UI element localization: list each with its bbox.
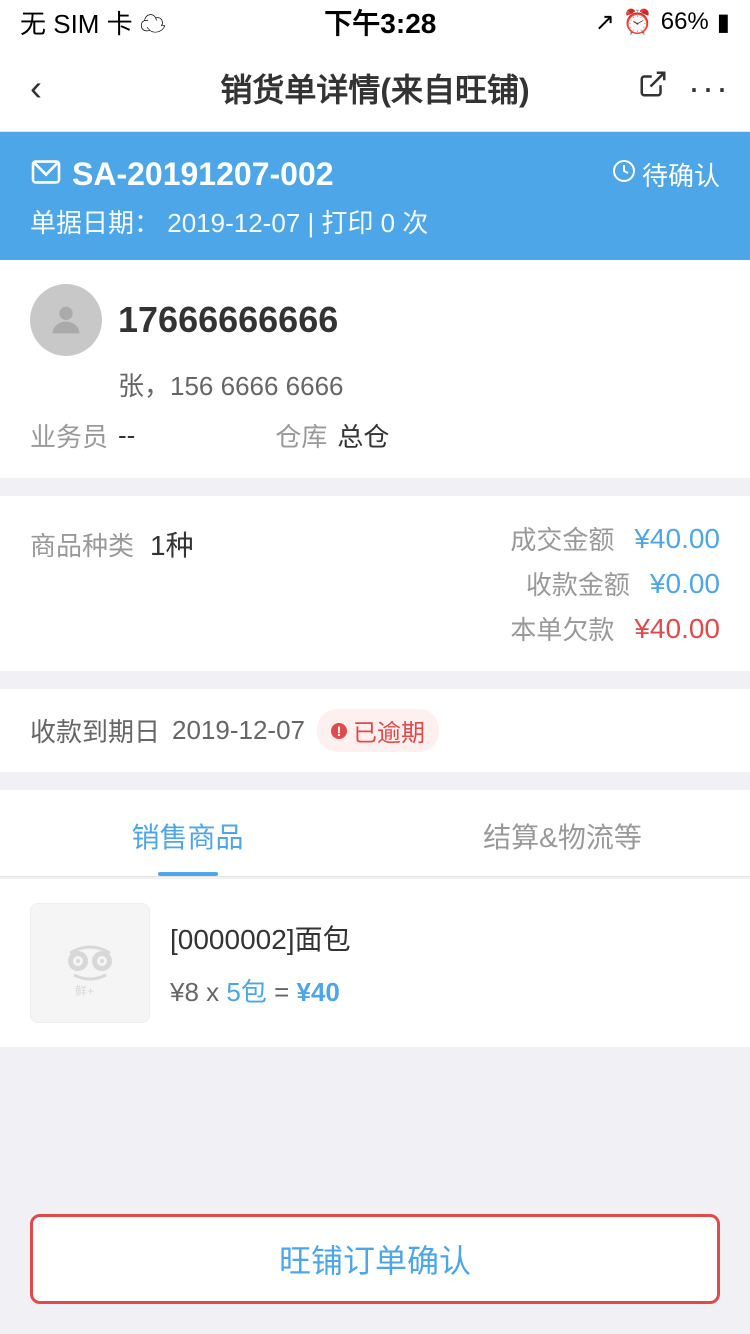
tabs-section: 销售商品 结算&物流等 [0, 790, 750, 877]
avatar [30, 284, 102, 356]
share-icon[interactable] [638, 69, 668, 107]
clock-icon [612, 159, 636, 190]
order-date: 单据日期： 2019-12-07 | 打印 0 次 [30, 203, 720, 240]
amount-value: ¥40.00 [634, 523, 720, 555]
order-id-row: SA-20191207-002 [30, 156, 334, 193]
svg-text:鲜+: 鲜+ [75, 984, 94, 998]
overdue-icon: ! [331, 723, 347, 739]
summary-section: 商品种类 1种 成交金额 ¥40.00 收款金额 ¥0.00 本单欠款 ¥40.… [0, 496, 750, 671]
product-info: [0000002]面包 ¥8 x 5包 = ¥40 [170, 918, 720, 1009]
separator-1 [0, 480, 750, 496]
due-label: 收款到期日 [30, 712, 160, 749]
amount-summary: 成交金额 ¥40.00 收款金额 ¥0.00 本单欠款 ¥40.00 [510, 520, 720, 647]
due-section: 收款到期日 2019-12-07 ! 已逾期 [0, 689, 750, 772]
amount-label: 成交金额 [510, 520, 614, 557]
received-label: 收款金额 [526, 565, 630, 602]
separator-2 [0, 673, 750, 689]
product-price-row: ¥8 x 5包 = ¥40 [170, 972, 720, 1009]
order-header: SA-20191207-002 待确认 单据日期： 2019-12-07 | 打… [0, 132, 750, 260]
page-title: 销货单详情(来自旺铺) [220, 65, 529, 111]
customer-section: 17666666666 张，156 6666 6666 业务员 -- 仓库 总仓 [0, 260, 750, 478]
back-button[interactable]: ‹ [20, 57, 52, 119]
nav-bar: ‹ 销货单详情(来自旺铺) ··· [0, 44, 750, 132]
tab-sales-products[interactable]: 销售商品 [0, 790, 375, 876]
bottom-bar: 旺铺订单确认 [0, 1194, 750, 1334]
warehouse-value: 总仓 [337, 417, 389, 454]
sim-status: 无 SIM 卡 ☁ [20, 4, 166, 41]
warehouse-label: 仓库 [275, 417, 327, 454]
product-type-label: 商品种类 [30, 526, 134, 563]
product-total: ¥40 [297, 977, 340, 1007]
product-unit-price: ¥8 [170, 977, 199, 1007]
status-right: ↗ ⏰ 66% ▮ [595, 8, 730, 37]
tabs-row: 销售商品 结算&物流等 [0, 790, 750, 877]
sales-value: -- [118, 420, 135, 451]
product-item: 鲜+ [0000002]面包 ¥8 x 5包 = ¥40 [0, 879, 750, 1047]
product-type-count: 1种 [150, 524, 194, 564]
status-left: 无 SIM 卡 ☁ [20, 4, 166, 41]
customer-phone: 17666666666 [118, 299, 338, 341]
battery-status: 66% [661, 8, 709, 36]
customer-meta: 业务员 -- 仓库 总仓 [30, 417, 720, 454]
multiply-sign: x [206, 977, 226, 1007]
debt-value: ¥40.00 [634, 613, 720, 645]
overdue-badge: ! 已逾期 [317, 709, 439, 752]
customer-name: 张，156 6666 6666 [118, 366, 720, 403]
status-time: 下午3:28 [324, 2, 436, 42]
confirm-order-button[interactable]: 旺铺订单确认 [30, 1214, 720, 1304]
equals-sign: = [274, 977, 296, 1007]
due-date: 2019-12-07 [172, 715, 305, 746]
battery-icon: ▮ [717, 8, 730, 37]
more-icon[interactable]: ··· [688, 67, 730, 109]
order-number: SA-20191207-002 [72, 156, 334, 193]
nav-actions: ··· [638, 67, 730, 109]
overdue-text: 已逾期 [353, 713, 425, 748]
email-icon [30, 156, 62, 193]
separator-3 [0, 774, 750, 790]
product-section: 鲜+ [0000002]面包 ¥8 x 5包 = ¥40 [0, 879, 750, 1047]
product-qty: 5包 [226, 977, 266, 1007]
order-status: 待确认 [612, 156, 720, 193]
product-name: [0000002]面包 [170, 918, 720, 958]
debt-label: 本单欠款 [510, 610, 614, 647]
received-value: ¥0.00 [650, 568, 720, 600]
sales-label: 业务员 [30, 417, 108, 454]
product-thumbnail: 鲜+ [30, 903, 150, 1023]
status-text: 待确认 [642, 156, 720, 193]
alarm-icon: ⏰ [623, 8, 653, 37]
location-icon: ↗ [595, 8, 615, 37]
status-bar: 无 SIM 卡 ☁ 下午3:28 ↗ ⏰ 66% ▮ [0, 0, 750, 44]
tab-settlement[interactable]: 结算&物流等 [375, 790, 750, 876]
